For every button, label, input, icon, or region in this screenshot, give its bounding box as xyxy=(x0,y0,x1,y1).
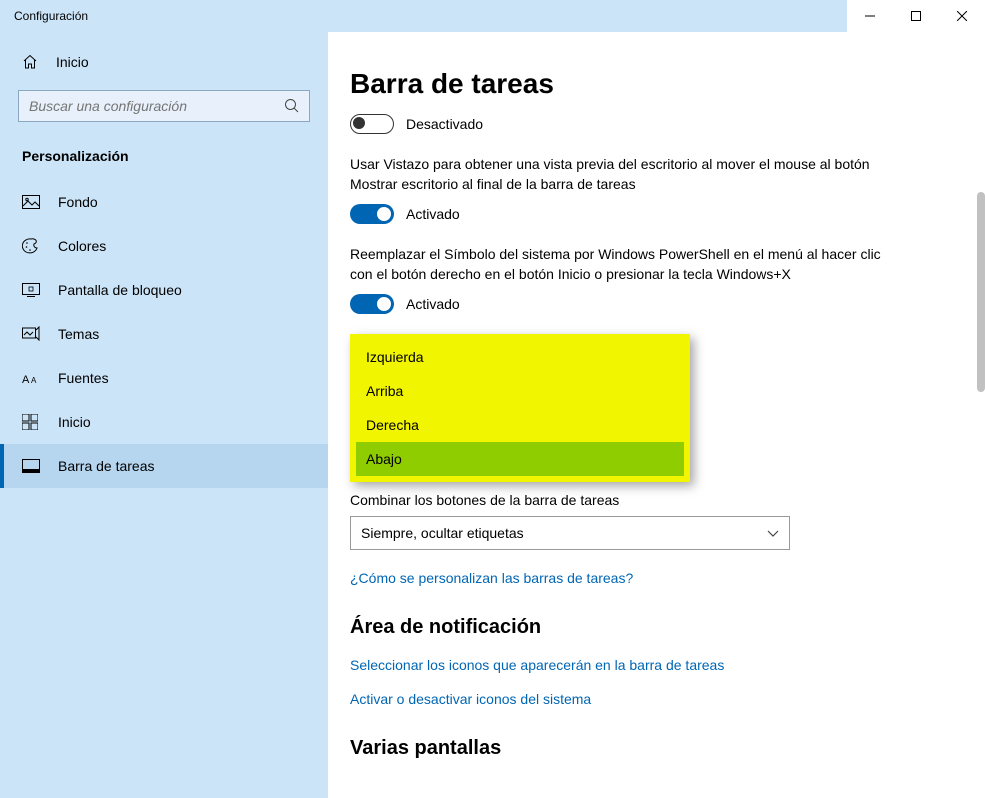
nav-label: Inicio xyxy=(58,414,91,430)
multiscreen-title: Varias pantallas xyxy=(350,737,945,760)
nav-temas[interactable]: Temas xyxy=(0,312,328,356)
lockscreen-icon xyxy=(22,283,40,297)
nav-label: Pantalla de bloqueo xyxy=(58,282,182,298)
nav-pantalla-bloqueo[interactable]: Pantalla de bloqueo xyxy=(0,268,328,312)
combine-combobox[interactable]: Siempre, ocultar etiquetas xyxy=(350,516,790,550)
nav-label: Temas xyxy=(58,326,99,342)
toggle-peek[interactable] xyxy=(350,204,394,224)
minimize-button[interactable] xyxy=(847,0,893,32)
svg-text:A: A xyxy=(22,374,30,385)
search-icon xyxy=(284,98,300,119)
nav-fuentes[interactable]: AA Fuentes xyxy=(0,356,328,400)
palette-icon xyxy=(22,238,40,254)
system-icons-link[interactable]: Activar o desactivar iconos del sistema xyxy=(350,691,945,707)
sidebar: Inicio Personalización Fondo Colores Pan… xyxy=(0,32,328,798)
nav-inicio[interactable]: Inicio xyxy=(0,400,328,444)
start-icon xyxy=(22,414,40,430)
maximize-button[interactable] xyxy=(893,0,939,32)
picture-icon xyxy=(22,195,40,209)
select-icons-link[interactable]: Seleccionar los iconos que aparecerán en… xyxy=(350,657,945,673)
combine-label: Combinar los botones de la barra de tare… xyxy=(350,492,945,508)
home-button[interactable]: Inicio xyxy=(0,44,328,80)
taskbar-location-dropdown[interactable]: Izquierda Arriba Derecha Abajo xyxy=(350,334,690,482)
themes-icon xyxy=(22,326,40,342)
setting-peek-desc: Usar Vistazo para obtener una vista prev… xyxy=(350,154,890,194)
fonts-icon: AA xyxy=(22,371,40,385)
dropdown-option-abajo[interactable]: Abajo xyxy=(356,442,684,476)
dropdown-option-derecha[interactable]: Derecha xyxy=(356,408,684,442)
chevron-down-icon xyxy=(767,525,779,541)
help-link[interactable]: ¿Cómo se personalizan las barras de tare… xyxy=(350,570,945,586)
toggle-label: Activado xyxy=(406,296,460,312)
content-area: Barra de tareas Desactivado Usar Vistazo… xyxy=(328,32,985,798)
category-label: Personalización xyxy=(0,140,328,180)
combine-value: Siempre, ocultar etiquetas xyxy=(361,525,524,541)
home-label: Inicio xyxy=(56,54,89,70)
nav-label: Colores xyxy=(58,238,106,254)
page-title: Barra de tareas xyxy=(350,68,945,100)
notification-area-title: Área de notificación xyxy=(350,616,945,639)
close-button[interactable] xyxy=(939,0,985,32)
toggle-label: Desactivado xyxy=(406,116,483,132)
scrollbar[interactable] xyxy=(977,192,985,392)
window-title: Configuración xyxy=(0,9,88,23)
nav-barra-tareas[interactable]: Barra de tareas xyxy=(0,444,328,488)
nav-label: Fondo xyxy=(58,194,98,210)
home-icon xyxy=(22,54,38,70)
toggle-setting-0[interactable] xyxy=(350,114,394,134)
setting-powershell-desc: Reemplazar el Símbolo del sistema por Wi… xyxy=(350,244,890,284)
nav-label: Fuentes xyxy=(58,370,109,386)
dropdown-option-arriba[interactable]: Arriba xyxy=(356,374,684,408)
search-input[interactable] xyxy=(18,90,310,122)
toggle-powershell[interactable] xyxy=(350,294,394,314)
dropdown-option-izquierda[interactable]: Izquierda xyxy=(356,340,684,374)
svg-text:A: A xyxy=(31,376,37,385)
taskbar-icon xyxy=(22,459,40,473)
nav-label: Barra de tareas xyxy=(58,458,155,474)
nav-colores[interactable]: Colores xyxy=(0,224,328,268)
toggle-label: Activado xyxy=(406,206,460,222)
nav-fondo[interactable]: Fondo xyxy=(0,180,328,224)
